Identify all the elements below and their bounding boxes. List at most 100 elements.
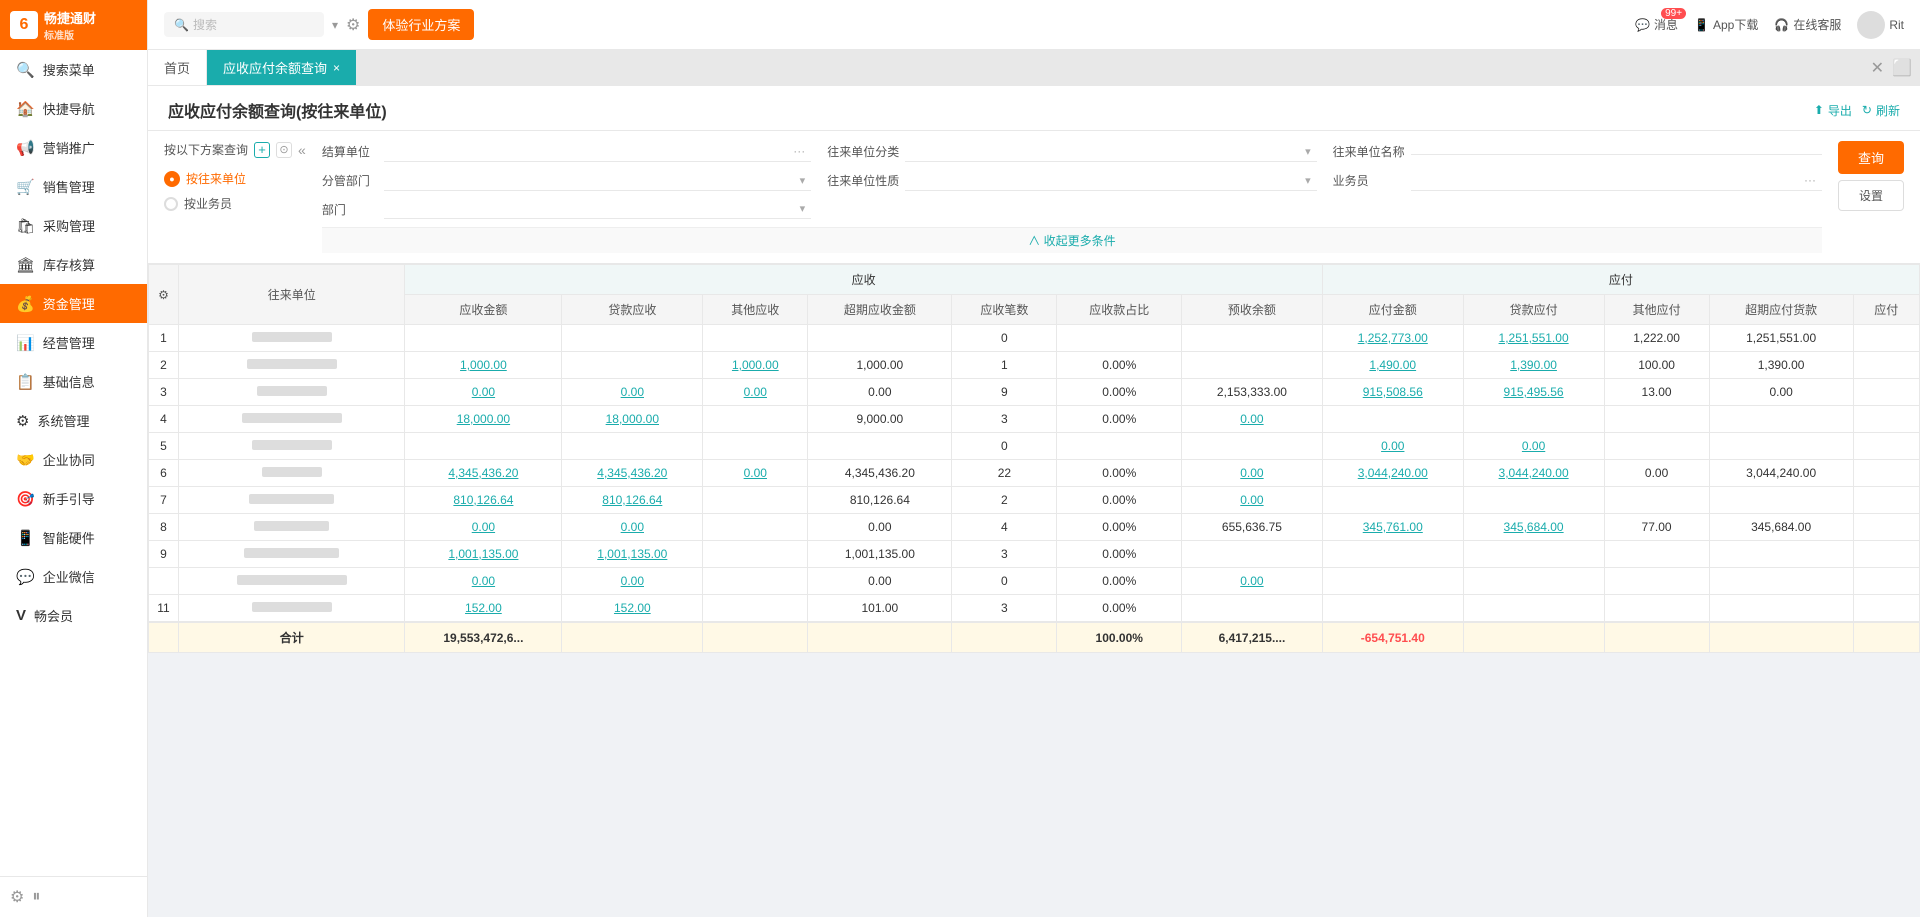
footer-empty (149, 622, 179, 653)
sidebar-item-sales[interactable]: 🛒 销售管理 (0, 167, 147, 206)
filter-settings-icon[interactable]: ⊙ (276, 142, 292, 158)
sidebar-item-newguide[interactable]: 🎯 新手引导 (0, 479, 147, 518)
sidebar-item-enterprise[interactable]: 🤝 企业协同 (0, 440, 147, 479)
app-download-btn[interactable]: 📱 App下载 (1694, 16, 1758, 33)
sidebar-item-quicknav[interactable]: 🏠 快捷导航 (0, 89, 147, 128)
sidebar-item-wechat[interactable]: 💬 企业微信 (0, 557, 147, 596)
overdue-payable-3: 0.00 (1709, 379, 1853, 406)
payable-amount-11 (1322, 595, 1463, 623)
company-3 (179, 379, 405, 406)
hardware-icon: 📱 (16, 529, 35, 547)
sidebar-collapse-icon[interactable]: ⏸ (32, 888, 40, 906)
sidebar-item-member[interactable]: V 畅会员 (0, 596, 147, 635)
receivable-amount-9: 1,001,135.00 (405, 541, 562, 568)
tab-close-window-icon[interactable]: ✕ (1871, 58, 1884, 78)
filter-add-button[interactable]: + (254, 142, 270, 158)
overdue-receivable-10: 0.00 (808, 568, 952, 595)
sidebar-label-finance: 资金管理 (43, 294, 95, 313)
topbar-gear-icon[interactable]: ⚙ (346, 15, 360, 35)
advance-balance-11 (1182, 595, 1323, 623)
settings-header[interactable]: ⚙ (149, 265, 179, 325)
company-8 (179, 514, 405, 541)
message-btn[interactable]: 💬 消息 99+ (1635, 16, 1678, 33)
tab-expand-icon[interactable]: ⬜ (1892, 58, 1912, 78)
receivable-count-7: 2 (952, 487, 1057, 514)
table-row: 1 0 1,252,773.00 1,251,551.00 1,222.00 (149, 325, 1920, 352)
other-payable-10 (1604, 568, 1709, 595)
overdue-receivable-3: 0.00 (808, 379, 952, 406)
finance-icon: 💰 (16, 295, 35, 313)
sidebar-item-hardware[interactable]: 📱 智能硬件 (0, 518, 147, 557)
sidebar-item-search[interactable]: 🔍 搜索菜单 (0, 50, 147, 89)
filter-collapse-icon[interactable]: « (298, 142, 306, 158)
topbar-search-box[interactable]: 🔍 搜索 (164, 12, 324, 37)
unit-category-input[interactable]: ▾ (905, 142, 1316, 162)
overdue-receivable-4: 9,000.00 (808, 406, 952, 433)
loan-receivable-10: 0.00 (562, 568, 703, 595)
salesman-input[interactable]: ··· (1411, 170, 1822, 191)
advance-balance-4: 0.00 (1182, 406, 1323, 433)
payable-amount-6: 3,044,240.00 (1322, 460, 1463, 487)
unit-nature-input[interactable]: ▾ (905, 171, 1316, 191)
th-payable-extra: 应付 (1853, 295, 1919, 325)
tab-close-icon[interactable]: × (333, 61, 340, 75)
sidebar-item-purchase[interactable]: 🛍 采购管理 (0, 206, 147, 245)
user-name: Rit (1889, 18, 1904, 32)
overdue-payable-5 (1709, 433, 1853, 460)
receivable-amount-10: 0.00 (405, 568, 562, 595)
loan-payable-10 (1463, 568, 1604, 595)
loan-receivable-6: 4,345,436.20 (562, 460, 703, 487)
sidebar-item-operations[interactable]: 📊 经营管理 (0, 323, 147, 362)
th-overdue-payable: 超期应付货款 (1709, 295, 1853, 325)
receivable-ratio-11: 0.00% (1057, 595, 1182, 623)
sidebar-item-marketing[interactable]: 📢 营销推广 (0, 128, 147, 167)
sidebar-settings-icon[interactable]: ⚙ (10, 887, 24, 907)
sidebar-item-system[interactable]: ⚙ 系统管理 (0, 401, 147, 440)
advance-balance-10: 0.00 (1182, 568, 1323, 595)
unit-name-input[interactable] (1411, 148, 1822, 155)
filter-mode-salesman[interactable]: 按业务员 (164, 191, 306, 216)
collapse-label: 收起更多条件 (1044, 234, 1116, 248)
payable-amount-9 (1322, 541, 1463, 568)
other-payable-8: 77.00 (1604, 514, 1709, 541)
sidebar-label-hardware: 智能硬件 (43, 528, 95, 547)
sidebar-item-inventory[interactable]: 🏛 库存核算 (0, 245, 147, 284)
collapse-bar[interactable]: ∧ 收起更多条件 (322, 227, 1822, 253)
receivable-count-11: 3 (952, 595, 1057, 623)
sidebar-item-finance[interactable]: 💰 资金管理 (0, 284, 147, 323)
other-payable-7 (1604, 487, 1709, 514)
export-button[interactable]: ⬆ 导出 (1814, 102, 1852, 119)
salesman-label: 业务员 (1333, 172, 1405, 189)
topbar-chevron-icon[interactable]: ▾ (332, 18, 338, 32)
table-body: 1 0 1,252,773.00 1,251,551.00 1,222.00 (149, 325, 1920, 623)
advance-balance-8: 655,636.75 (1182, 514, 1323, 541)
payable-extra-9 (1853, 541, 1919, 568)
filter-settings-button[interactable]: 设置 (1838, 180, 1904, 211)
refresh-button[interactable]: ↻ 刷新 (1862, 102, 1900, 119)
enterprise-icon: 🤝 (16, 451, 35, 469)
other-payable-3: 13.00 (1604, 379, 1709, 406)
filter-mode-unit[interactable]: ● 按往来单位 (164, 166, 306, 191)
query-button[interactable]: 查询 (1838, 141, 1904, 174)
tab-home[interactable]: 首页 (148, 50, 207, 85)
other-payable-11 (1604, 595, 1709, 623)
service-btn[interactable]: 🎧 在线客服 (1774, 16, 1841, 33)
sidebar-label-marketing: 营销推广 (43, 138, 95, 157)
dept-input[interactable]: ▾ (384, 199, 811, 219)
collapse-icon: ∧ (1028, 234, 1040, 248)
export-label: 导出 (1828, 102, 1852, 119)
sales-icon: 🛒 (16, 178, 35, 196)
inventory-icon: 🏛 (16, 256, 35, 274)
dept-admin-chevron: ▾ (800, 174, 806, 187)
settlement-unit-input[interactable]: ··· (384, 141, 811, 162)
loan-payable-9 (1463, 541, 1604, 568)
filter-mode-unit-icon: ● (164, 171, 180, 187)
dept-admin-input[interactable]: ▾ (384, 171, 811, 191)
receivable-amount-6: 4,345,436.20 (405, 460, 562, 487)
tab-receivable[interactable]: 应收应付余额查询 × (207, 50, 357, 85)
user-avatar-area[interactable]: Rit (1857, 11, 1904, 39)
solution-button[interactable]: 体验行业方案 (368, 9, 474, 40)
filter-field-unit-nature: 往来单位性质 ▾ (827, 170, 1316, 191)
receivable-amount-4: 18,000.00 (405, 406, 562, 433)
sidebar-item-basic[interactable]: 📋 基础信息 (0, 362, 147, 401)
